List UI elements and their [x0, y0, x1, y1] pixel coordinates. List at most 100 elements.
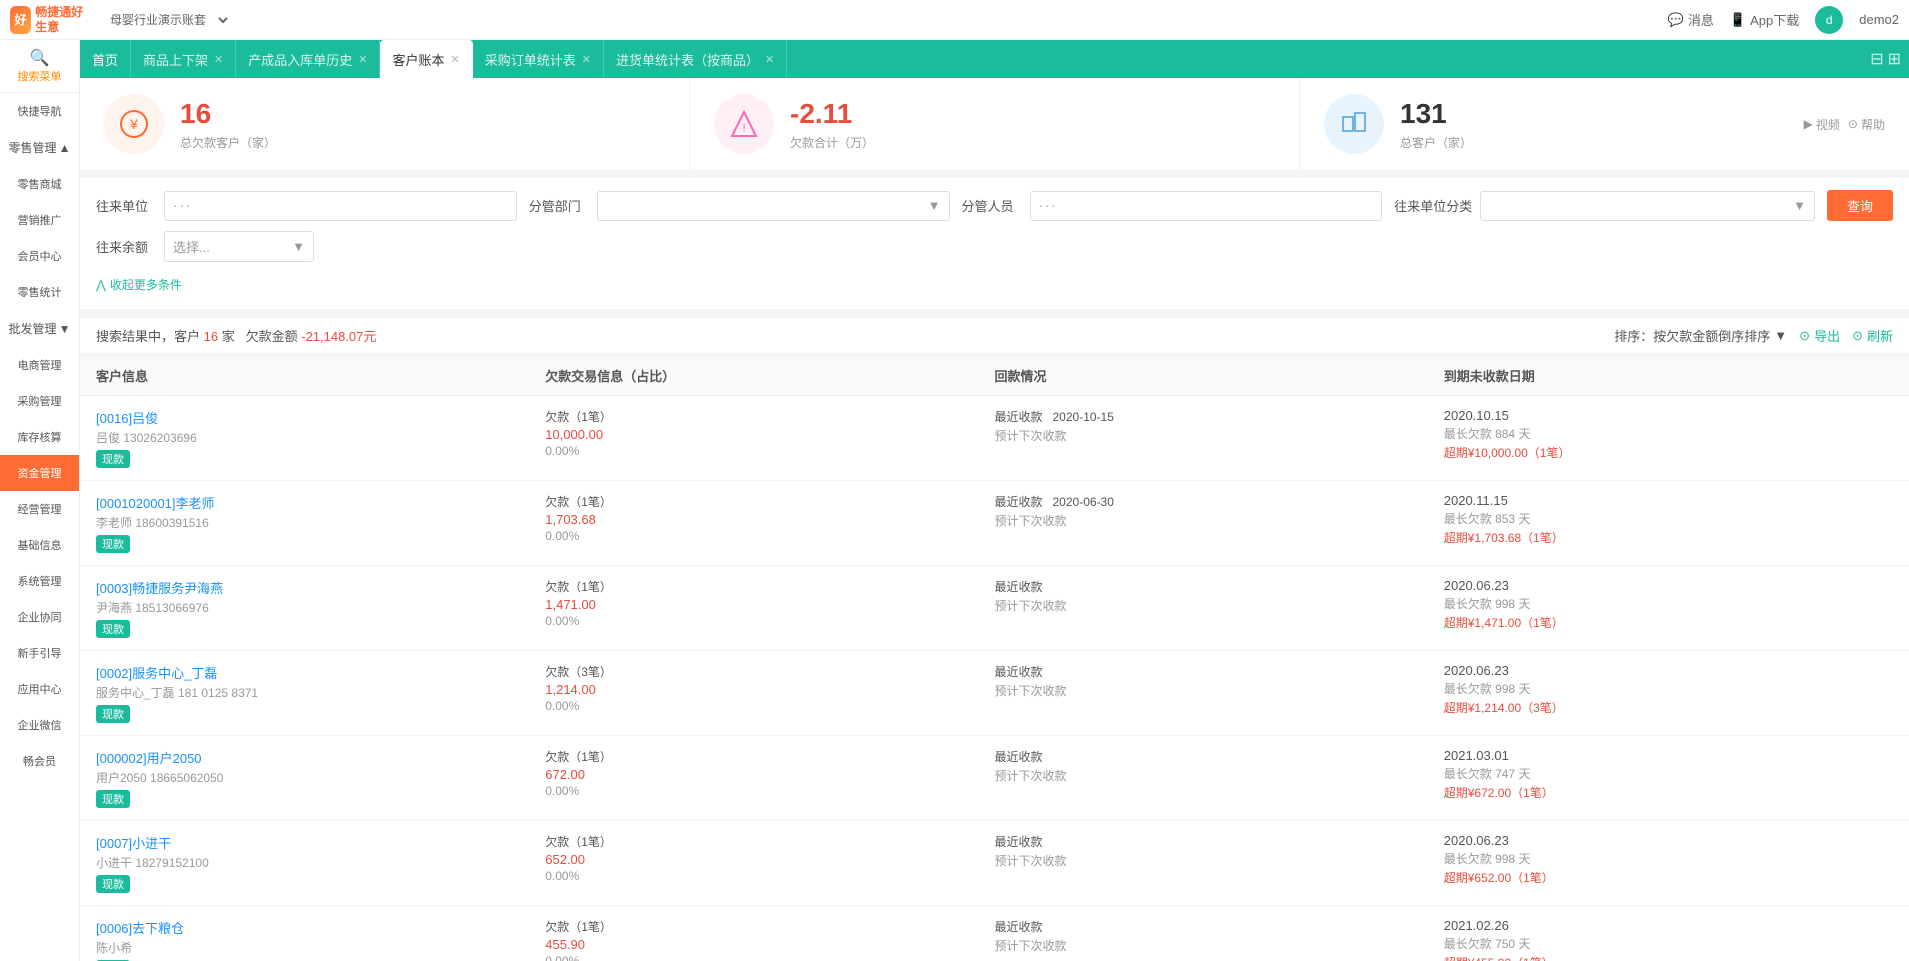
sidebar-item-purchase[interactable]: 采购管理 [0, 383, 79, 419]
tab-production-history[interactable]: 产成品入库单历史 ✕ [236, 40, 380, 78]
sidebar-item-capital[interactable]: 资金管理 [0, 455, 79, 491]
tab-products[interactable]: 商品上下架 ✕ [131, 40, 236, 78]
logo-text: 畅捷通好生意 [35, 5, 90, 34]
col-collection: 回款情况 [995, 366, 1444, 385]
customer-name-1[interactable]: [0016]吕俊 [96, 408, 545, 427]
sidebar-item-inventory[interactable]: 库存核算 [0, 419, 79, 455]
table-row: [0006]去下粮仓 陈小希 现款 欠款（1笔） 455.90 0.00% 最近… [80, 906, 1909, 961]
message-icon: 💬 [1668, 12, 1684, 28]
sidebar-item-operations[interactable]: 经营管理 [0, 491, 79, 527]
due-cell-4: 2020.06.23 最长欠款 998 天 超期¥1,214.00（3笔） [1444, 663, 1893, 716]
tab-home[interactable]: 首页 [80, 40, 131, 78]
overdue-link-3[interactable]: 超期¥1,471.00（1笔） [1444, 614, 1893, 631]
filter-balance-select[interactable]: 选择... ▼ [164, 231, 314, 262]
tab-close-customer[interactable]: ✕ [451, 53, 460, 66]
logo-icon: 好 [10, 6, 31, 34]
filter-unit-category-label: 往来单位分类 [1394, 196, 1472, 215]
sidebar-item-quick-nav[interactable]: 快捷导航 [0, 93, 79, 129]
sidebar-item-app-center[interactable]: 应用中心 [0, 671, 79, 707]
sort-select[interactable]: 排序：按欠款金额倒序排序 ▼ [1614, 326, 1787, 345]
sidebar-item-sys-mgmt[interactable]: 系统管理 [0, 563, 79, 599]
tab-bar: 首页 商品上下架 ✕ 产成品入库单历史 ✕ 客户账本 ✕ 采购订单统计表 ✕ [80, 40, 1909, 78]
tab-maximize-btn[interactable]: ⊞ [1888, 49, 1901, 69]
filter-dept-select[interactable]: ▼ [597, 191, 950, 221]
customer-name-6[interactable]: [0007]小进干 [96, 833, 545, 852]
customer-name-3[interactable]: [0003]畅捷服务尹海燕 [96, 578, 545, 597]
tab-close-production[interactable]: ✕ [358, 53, 367, 66]
avatar: d [1815, 6, 1843, 34]
sidebar-item-base-info[interactable]: 基础信息 [0, 527, 79, 563]
sidebar-item-batch-mgmt[interactable]: 批发管理 ▼ [0, 310, 79, 347]
export-button[interactable]: ⊙ 导出 [1799, 326, 1840, 345]
message-btn[interactable]: 💬 消息 [1668, 10, 1714, 29]
app-download-btn[interactable]: 📱 App下载 [1730, 10, 1799, 29]
filter-source-unit-input[interactable]: ··· [164, 191, 517, 221]
due-cell-1: 2020.10.15 最长欠款 884 天 超期¥10,000.00（1笔） [1444, 408, 1893, 461]
company-select[interactable]: 母婴行业演示账套 [98, 10, 231, 30]
filter-manager-input[interactable]: ··· [1030, 191, 1383, 221]
debt-cell-2: 欠款（1笔） 1,703.68 0.00% [545, 493, 994, 543]
stat-icon-debt-total: ! [714, 94, 774, 154]
customer-name-2[interactable]: [0001020001]李老师 [96, 493, 545, 512]
refresh-button[interactable]: ⊙ 刷新 [1852, 326, 1893, 345]
sidebar-search[interactable]: 🔍 搜索菜单 [0, 40, 79, 93]
stat-value-total-customers: 131 [1400, 97, 1788, 131]
sidebar-item-enterprise-wechat[interactable]: 企业微信 [0, 707, 79, 743]
overdue-link-7[interactable]: 超期¥455.90（1笔） [1444, 954, 1893, 961]
sidebar-item-newbie[interactable]: 新手引导 [0, 635, 79, 671]
chevron-down-icon-3: ▼ [292, 239, 305, 254]
user-avatar[interactable]: d [1815, 6, 1843, 34]
chevron-down-icon-sort: ▼ [1774, 328, 1787, 343]
sidebar-item-retail-mgmt[interactable]: 零售管理 ▲ [0, 129, 79, 166]
tab-close-products[interactable]: ✕ [214, 53, 223, 66]
debt-cell-5: 欠款（1笔） 672.00 0.00% [545, 748, 994, 798]
overdue-link-1[interactable]: 超期¥10,000.00（1笔） [1444, 444, 1893, 461]
stat-icon-debt-customers: ¥ [104, 94, 164, 154]
main-layout: 🔍 搜索菜单 快捷导航 零售管理 ▲ 零售商城 营销推广 会员中心 零售统计 [0, 40, 1909, 961]
search-button[interactable]: 查询 [1827, 190, 1893, 221]
help-btn[interactable]: ⊙ 帮助 [1848, 116, 1885, 133]
tab-close-import[interactable]: ✕ [765, 53, 774, 66]
overdue-link-6[interactable]: 超期¥652.00（1笔） [1444, 869, 1893, 886]
stat-label-total-customers: 总客户（家） [1400, 134, 1788, 151]
refresh-icon: ⊙ [1852, 328, 1863, 344]
table-row: [000002]用户2050 用户2050 18665062050 现款 欠款（… [80, 736, 1909, 821]
tab-close-purchase[interactable]: ✕ [582, 53, 591, 66]
overdue-link-2[interactable]: 超期¥1,703.68（1笔） [1444, 529, 1893, 546]
collection-cell-7: 最近收款 预计下次收款 [995, 918, 1444, 954]
collection-cell-6: 最近收款 预计下次收款 [995, 833, 1444, 869]
sidebar-item-retail-mall[interactable]: 零售商城 [0, 166, 79, 202]
overdue-link-5[interactable]: 超期¥672.00（1笔） [1444, 784, 1893, 801]
video-icon: ▶ [1804, 117, 1813, 131]
customer-name-7[interactable]: [0006]去下粮仓 [96, 918, 545, 937]
customer-name-4[interactable]: [0002]服务中心_丁磊 [96, 663, 545, 682]
tab-minimize-btn[interactable]: ⊟ [1870, 49, 1883, 69]
sidebar-item-ecommerce[interactable]: 电商管理 [0, 347, 79, 383]
sidebar-item-enterprise-collab[interactable]: 企业协同 [0, 599, 79, 635]
tab-customer-account[interactable]: 客户账本 ✕ [380, 40, 472, 78]
sidebar-item-member-center[interactable]: 会员中心 [0, 238, 79, 274]
collapse-button[interactable]: ⋀ 收起更多条件 [96, 272, 182, 297]
debt-cell-4: 欠款（3笔） 1,214.00 0.00% [545, 663, 994, 713]
due-cell-6: 2020.06.23 最长欠款 998 天 超期¥652.00（1笔） [1444, 833, 1893, 886]
results-bar: 搜索结果中，客户 16 家 欠款金额 -21,148.07元 排序：按欠款金额倒… [80, 317, 1909, 353]
customer-name-5[interactable]: [000002]用户2050 [96, 748, 545, 767]
tab-import-stats[interactable]: 进货单统计表（按商品） ✕ [604, 40, 787, 78]
balance-placeholder: 选择... [173, 237, 210, 256]
filter-unit-category-select[interactable]: ▼ [1480, 191, 1815, 221]
sidebar-item-retail-stats[interactable]: 零售统计 [0, 274, 79, 310]
table-row: [0007]小进干 小进干 18279152100 现款 欠款（1笔） 652.… [80, 821, 1909, 906]
sidebar-item-vip-member[interactable]: 畅会员 [0, 743, 79, 779]
sidebar-item-marketing[interactable]: 营销推广 [0, 202, 79, 238]
video-btn[interactable]: ▶ 视频 [1804, 116, 1840, 133]
app-wrapper: 好 畅捷通好生意 母婴行业演示账套 💬 消息 📱 App下载 d demo2 🔍 [0, 0, 1909, 961]
user-name[interactable]: demo2 [1859, 12, 1899, 27]
overdue-link-4[interactable]: 超期¥1,214.00（3笔） [1444, 699, 1893, 716]
stat-value-debt-total: -2.11 [790, 97, 1275, 131]
table-row: [0001020001]李老师 李老师 18600391516 现款 欠款（1笔… [80, 481, 1909, 566]
filter-source-unit-label: 往来单位 [96, 196, 156, 215]
collection-cell-2: 最近收款 2020-06-30 预计下次收款 [995, 493, 1444, 529]
chevron-down-icon-2: ▼ [1793, 198, 1806, 213]
tab-purchase-stats[interactable]: 采购订单统计表 ✕ [473, 40, 604, 78]
filter-manager: 分管人员 ··· [962, 191, 1383, 221]
